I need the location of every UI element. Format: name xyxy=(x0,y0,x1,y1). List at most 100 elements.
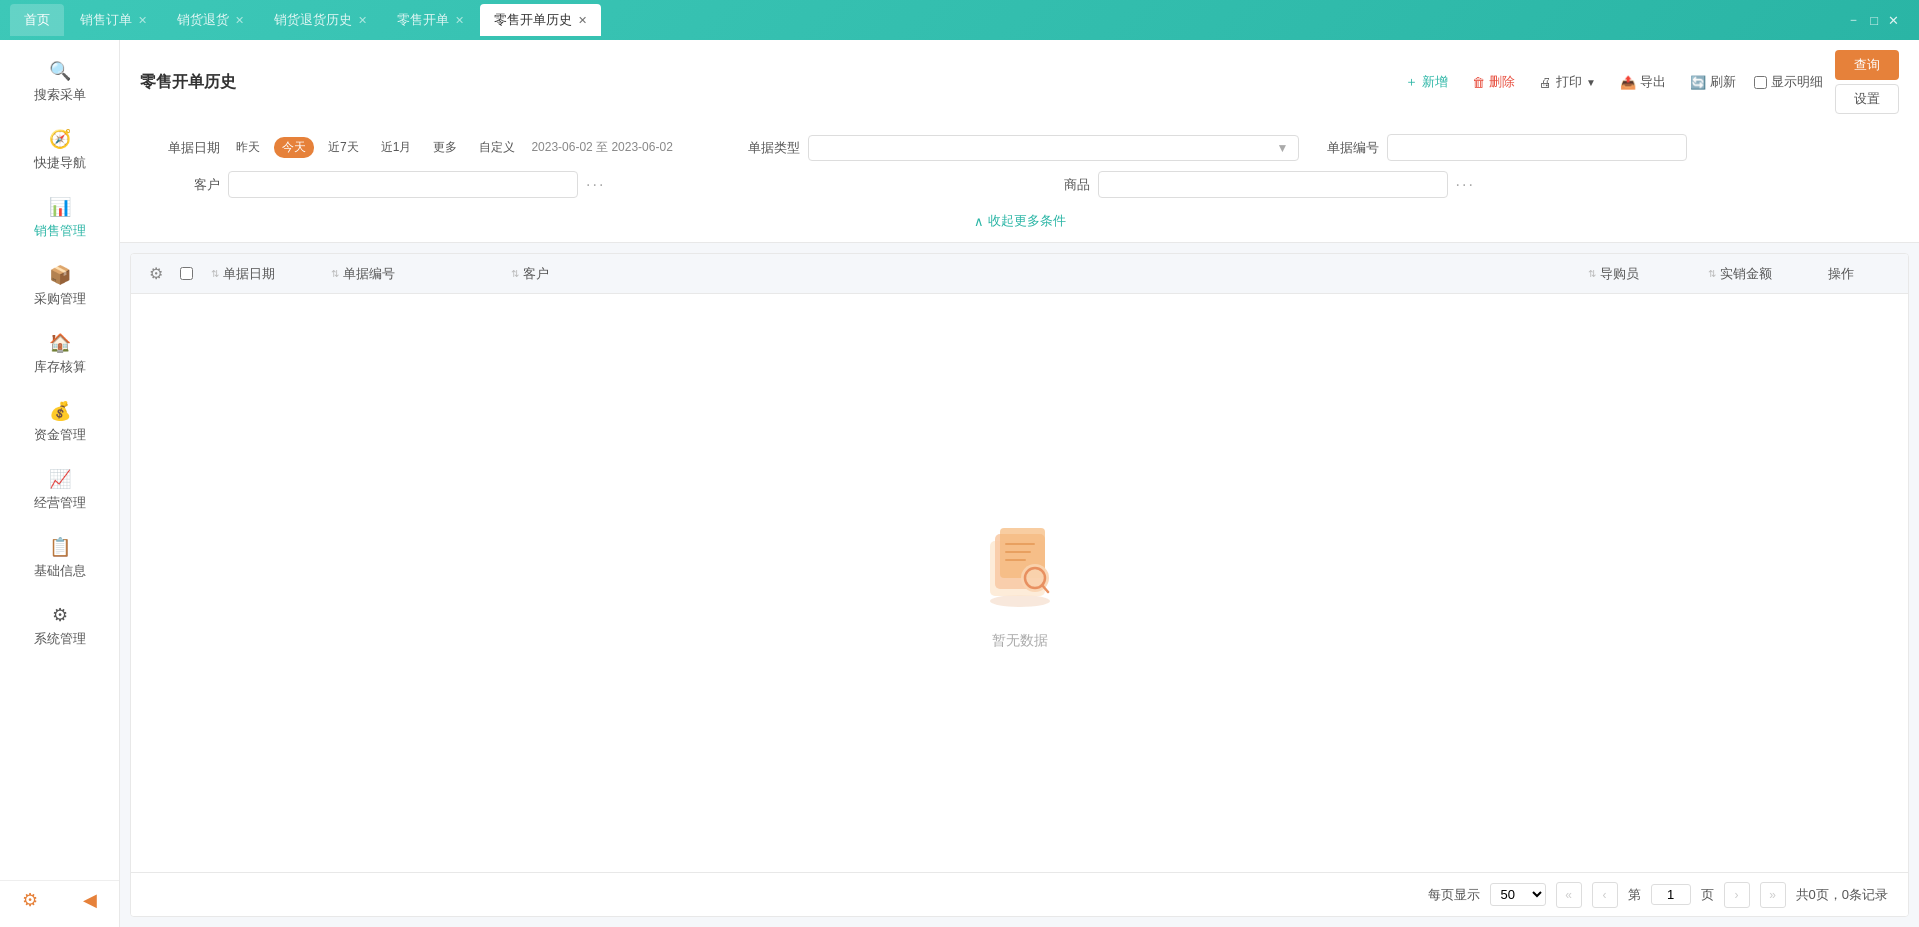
prev-page-button[interactable]: ‹ xyxy=(1592,882,1618,908)
sidebar-item-operations[interactable]: 📈 经营管理 xyxy=(6,458,113,522)
delete-icon: 🗑 xyxy=(1472,75,1485,90)
tab-retail-open-history[interactable]: 零售开单历史 ✕ xyxy=(480,4,601,36)
date-yesterday[interactable]: 昨天 xyxy=(228,137,268,158)
page-title-row: 零售开单历史 ＋ 新增 🗑 删除 🖨 打印 ▼ xyxy=(140,50,1899,122)
print-button[interactable]: 🖨 打印 ▼ xyxy=(1533,69,1602,95)
export-button[interactable]: 📤 导出 xyxy=(1614,69,1672,95)
col-guide[interactable]: ⇅ 导购员 xyxy=(1578,265,1698,283)
date-7days[interactable]: 近7天 xyxy=(320,137,367,158)
date-custom[interactable]: 自定义 xyxy=(471,137,523,158)
maximize-button[interactable]: □ xyxy=(1870,13,1878,28)
sidebar-item-base[interactable]: 📋 基础信息 xyxy=(6,526,113,590)
print-label: 打印 xyxy=(1556,73,1582,91)
top-bar: 首页 销售订单 ✕ 销货退货 ✕ 销货退货历史 ✕ 零售开单 ✕ 零售开单历史 … xyxy=(0,0,1919,40)
last-page-button[interactable]: » xyxy=(1760,882,1786,908)
sort-icon: ⇅ xyxy=(211,268,219,279)
page-number-input[interactable] xyxy=(1651,884,1691,905)
sidebar-item-finance[interactable]: 💰 资金管理 xyxy=(6,390,113,454)
tab-sales-return-close[interactable]: ✕ xyxy=(235,14,244,27)
operations-icon: 📈 xyxy=(49,468,71,490)
pagination-bar: 每页显示 50 10 20 100 « ‹ 第 页 › » 共0页，0条记录 xyxy=(131,872,1908,916)
sidebar-item-purchase-label: 采购管理 xyxy=(34,290,86,308)
sidebar-item-sales-label: 销售管理 xyxy=(34,222,86,240)
search-icon: 🔍 xyxy=(49,60,71,82)
filter-number-input[interactable] xyxy=(1387,134,1687,161)
first-page-button[interactable]: « xyxy=(1556,882,1582,908)
table-settings-icon[interactable]: ⚙ xyxy=(141,264,171,283)
sidebar-item-sales[interactable]: 📊 销售管理 xyxy=(6,186,113,250)
total-info: 共0页，0条记录 xyxy=(1796,886,1888,904)
sidebar-item-base-label: 基础信息 xyxy=(34,562,86,580)
filter-number-label: 单据编号 xyxy=(1319,139,1379,157)
tab-retail-open-history-label: 零售开单历史 xyxy=(494,11,572,29)
sidebar-item-search[interactable]: 🔍 搜索采单 xyxy=(6,50,113,114)
col-customer-label: 客户 xyxy=(523,265,549,283)
tab-sales-return-history[interactable]: 销货退货历史 ✕ xyxy=(260,4,381,36)
sidebar: 🔍 搜索采单 🧭 快捷导航 📊 销售管理 📦 采购管理 🏠 库存核算 💰 资金管… xyxy=(0,40,120,927)
filter-date-field: 单据日期 昨天 今天 近7天 近1月 更多 自定义 2023-06-02 至 2… xyxy=(160,137,720,158)
minimize-button[interactable]: － xyxy=(1847,11,1860,29)
sales-icon: 📊 xyxy=(49,196,71,218)
tab-home[interactable]: 首页 xyxy=(10,4,64,36)
filter-goods-dots[interactable]: ··· xyxy=(1456,176,1475,194)
date-today[interactable]: 今天 xyxy=(274,137,314,158)
filter-customer-dots[interactable]: ··· xyxy=(586,176,605,194)
sidebar-item-inventory[interactable]: 🏠 库存核算 xyxy=(6,322,113,386)
filter-type-select[interactable]: ▼ xyxy=(808,135,1300,161)
window-controls: － □ ✕ xyxy=(1847,11,1909,29)
tab-retail-open-history-close[interactable]: ✕ xyxy=(578,14,587,27)
filter-type-arrow-icon: ▼ xyxy=(1276,141,1288,155)
nav-icon: 🧭 xyxy=(49,128,71,150)
query-button[interactable]: 查询 xyxy=(1835,50,1899,80)
col-customer[interactable]: ⇅ 客户 xyxy=(501,265,1578,283)
date-1month[interactable]: 近1月 xyxy=(373,137,420,158)
delete-button[interactable]: 🗑 删除 xyxy=(1466,69,1521,95)
col-number[interactable]: ⇅ 单据编号 xyxy=(321,265,501,283)
date-more[interactable]: 更多 xyxy=(425,137,465,158)
sort-icon-guide: ⇅ xyxy=(1588,268,1596,279)
filter-customer-input[interactable] xyxy=(228,171,578,198)
export-icon: 📤 xyxy=(1620,75,1636,90)
date-shortcuts: 昨天 今天 近7天 近1月 更多 自定义 xyxy=(228,137,523,158)
print-icon: 🖨 xyxy=(1539,75,1552,90)
tab-sales-order-close[interactable]: ✕ xyxy=(138,14,147,27)
col-amount[interactable]: ⇅ 实销金额 xyxy=(1698,265,1818,283)
inventory-icon: 🏠 xyxy=(49,332,71,354)
col-ops-label: 操作 xyxy=(1828,265,1854,283)
collapse-button[interactable]: ∧ 收起更多条件 xyxy=(160,208,1879,234)
display-toggle[interactable]: 显示明细 xyxy=(1754,73,1823,91)
sidebar-item-system[interactable]: ⚙ 系统管理 xyxy=(6,594,113,658)
sidebar-item-nav[interactable]: 🧭 快捷导航 xyxy=(6,118,113,182)
per-page-select[interactable]: 50 10 20 100 xyxy=(1490,883,1546,906)
refresh-button[interactable]: 🔄 刷新 xyxy=(1684,69,1742,95)
page-header: 零售开单历史 ＋ 新增 🗑 删除 🖨 打印 ▼ xyxy=(120,40,1919,243)
add-button[interactable]: ＋ 新增 xyxy=(1399,69,1454,95)
tab-retail-open[interactable]: 零售开单 ✕ xyxy=(383,4,478,36)
tab-retail-open-close[interactable]: ✕ xyxy=(455,14,464,27)
tab-sales-return-history-close[interactable]: ✕ xyxy=(358,14,367,27)
filter-area: 单据日期 昨天 今天 近7天 近1月 更多 自定义 2023-06-02 至 2… xyxy=(140,122,1899,242)
col-date[interactable]: ⇅ 单据日期 xyxy=(201,265,321,283)
sort-icon-customer: ⇅ xyxy=(511,268,519,279)
close-button[interactable]: ✕ xyxy=(1888,13,1899,28)
delete-label: 删除 xyxy=(1489,73,1515,91)
filter-goods-input[interactable] xyxy=(1098,171,1448,198)
sidebar-bottom: ⚙ ◀ xyxy=(0,880,119,919)
display-checkbox[interactable] xyxy=(1754,76,1767,89)
table-select-all[interactable] xyxy=(171,267,201,280)
tab-sales-order[interactable]: 销售订单 ✕ xyxy=(66,4,161,36)
settings-button[interactable]: 设置 xyxy=(1835,84,1899,114)
sidebar-item-system-label: 系统管理 xyxy=(34,630,86,648)
filter-number-field: 单据编号 xyxy=(1319,134,1879,161)
tab-bar: 首页 销售订单 ✕ 销货退货 ✕ 销货退货历史 ✕ 零售开单 ✕ 零售开单历史 … xyxy=(10,4,1847,36)
select-all-checkbox[interactable] xyxy=(180,267,193,280)
tab-sales-return-history-label: 销货退货历史 xyxy=(274,11,352,29)
tab-sales-return[interactable]: 销货退货 ✕ xyxy=(163,4,258,36)
sidebar-settings-icon[interactable]: ⚙ xyxy=(22,889,38,911)
sidebar-collapse-icon[interactable]: ◀ xyxy=(83,889,97,911)
sidebar-item-purchase[interactable]: 📦 采购管理 xyxy=(6,254,113,318)
empty-illustration xyxy=(970,516,1070,616)
next-page-button[interactable]: › xyxy=(1724,882,1750,908)
col-number-label: 单据编号 xyxy=(343,265,395,283)
tab-retail-open-label: 零售开单 xyxy=(397,11,449,29)
